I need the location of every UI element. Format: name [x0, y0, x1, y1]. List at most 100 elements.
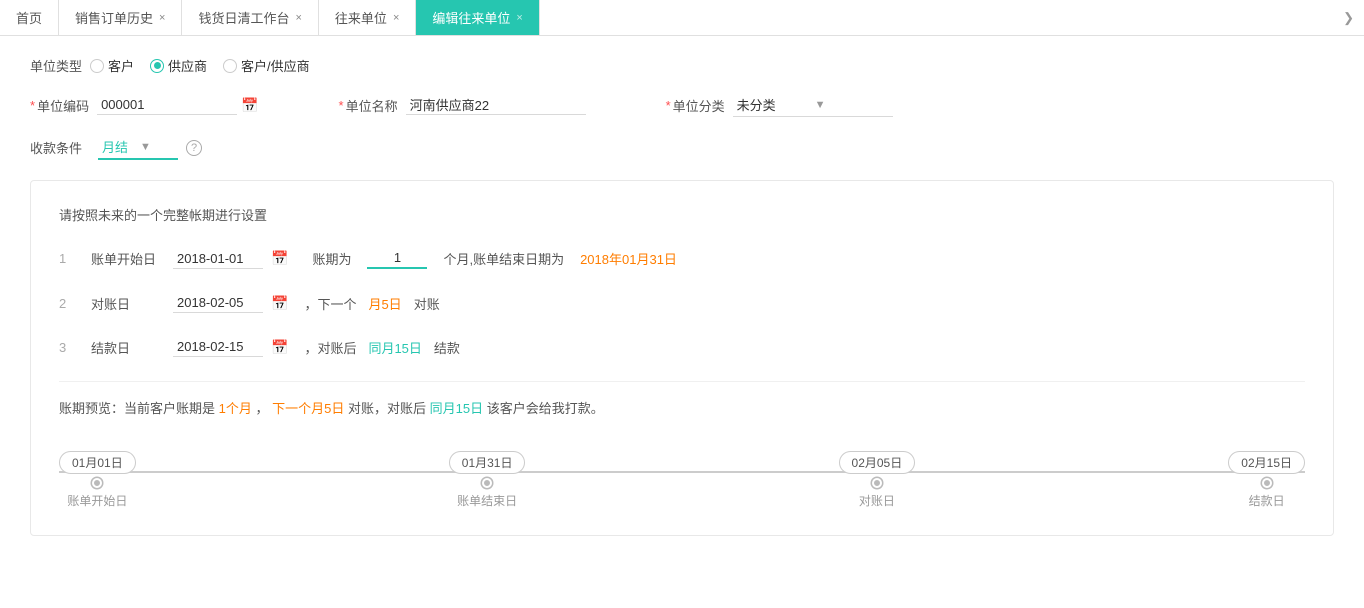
category-label: 单位分类 — [673, 96, 725, 115]
code-group: * 单位编码 📅 — [30, 95, 259, 115]
row-2-desc-prefix: ，下一个 — [304, 294, 356, 313]
tl-type-0: 账单开始日 — [67, 492, 127, 509]
period-input[interactable] — [367, 248, 427, 269]
tl-type-3: 结款日 — [1249, 492, 1285, 509]
radio-customer-label: 客户 — [108, 56, 134, 75]
radio-customer-circle — [90, 59, 104, 73]
radio-supplier[interactable]: 供应商 — [150, 56, 207, 75]
category-select-value: 未分类 — [737, 95, 811, 114]
preview-part1: 1个月 — [219, 401, 252, 416]
tl-dot-2 — [872, 478, 882, 488]
unit-type-label: 单位类型 — [30, 56, 82, 75]
tl-node-1: 01月31日 账单结束日 — [449, 451, 526, 509]
row-2-date-wrap: 📅 — [173, 293, 288, 313]
row-1-date-wrap: 📅 — [173, 249, 288, 269]
tl-dot-1 — [482, 478, 492, 488]
row-3-date-wrap: 📅 — [173, 337, 288, 357]
settings-card: 请按照未来的一个完整帐期进行设置 1 账单开始日 📅 账期为 个月,账单结束日期… — [30, 180, 1334, 536]
tab-partner-units-close[interactable]: × — [393, 12, 399, 24]
code-required: * — [30, 98, 35, 113]
row-1-type: 账单开始日 — [91, 249, 161, 268]
row-3-desc-suffix: 结款 — [434, 338, 460, 357]
radio-both-label: 客户/供应商 — [241, 56, 310, 75]
preview-section: 账期预览：当前客户账期是 1个月 ， 下一个月5日 对账，对账后 同月15日 该… — [59, 381, 1305, 511]
name-label: 单位名称 — [346, 96, 398, 115]
setting-row-1: 1 账单开始日 📅 账期为 个月,账单结束日期为 2018年01月31日 — [59, 248, 1305, 269]
row-1-date-input[interactable] — [173, 249, 263, 269]
preview-prefix: 账期预览：当前客户账期是 — [59, 401, 215, 416]
tl-pill-0: 01月01日 — [59, 451, 136, 474]
tl-pill-2: 02月05日 — [839, 451, 916, 474]
row-2-calendar-icon[interactable]: 📅 — [271, 295, 288, 312]
preview-part2: 下一个月5日 — [272, 401, 344, 416]
row-2-type: 对账日 — [91, 294, 161, 313]
radio-customer[interactable]: 客户 — [90, 56, 134, 75]
tab-partner-units-label: 往来单位 — [335, 8, 387, 27]
tab-sales-history[interactable]: 销售订单历史 × — [59, 0, 182, 35]
tl-type-1: 账单结束日 — [457, 492, 517, 509]
tab-edit-partner[interactable]: 编辑往来单位 × — [416, 0, 539, 35]
row-1-calendar-icon[interactable]: 📅 — [271, 250, 288, 267]
tab-cashflow-close[interactable]: × — [295, 12, 301, 24]
row-2-num: 2 — [59, 296, 79, 311]
radio-both[interactable]: 客户/供应商 — [223, 56, 310, 75]
code-calendar-icon[interactable]: 📅 — [241, 97, 258, 114]
tl-node-0: 01月01日 账单开始日 — [59, 451, 136, 509]
setting-row-2: 2 对账日 📅 ，下一个 月5日 对账 — [59, 293, 1305, 313]
radio-both-circle — [223, 59, 237, 73]
setting-row-3: 3 结款日 📅 ，对账后 同月15日 结款 — [59, 337, 1305, 357]
tl-node-2: 02月05日 对账日 — [839, 451, 916, 509]
tl-node-3: 02月15日 结款日 — [1228, 451, 1305, 509]
name-group: * 单位名称 — [339, 95, 586, 115]
name-input[interactable] — [406, 95, 586, 115]
settings-title: 请按照未来的一个完整帐期进行设置 — [59, 205, 1305, 224]
tab-edit-partner-close[interactable]: × — [516, 12, 522, 24]
category-select[interactable]: 未分类 ▼ — [733, 93, 893, 117]
tab-edit-partner-label: 编辑往来单位 — [432, 8, 510, 27]
row-3-desc-prefix: ，对账后 — [304, 338, 356, 357]
tl-type-2: 对账日 — [859, 492, 895, 509]
tl-dot-3 — [1262, 478, 1272, 488]
row-2-highlight: 月5日 — [368, 294, 401, 313]
tab-partner-units[interactable]: 往来单位 × — [319, 0, 416, 35]
payment-label: 收款条件 — [30, 138, 82, 157]
tab-sales-history-close[interactable]: × — [159, 12, 165, 24]
code-input[interactable] — [97, 95, 237, 115]
page-content: 单位类型 客户 供应商 客户/供应商 * 单位编码 📅 * — [0, 36, 1364, 608]
help-icon[interactable]: ? — [186, 140, 202, 156]
unit-type-row: 单位类型 客户 供应商 客户/供应商 — [30, 56, 1334, 75]
radio-supplier-circle — [150, 59, 164, 73]
radio-supplier-label: 供应商 — [168, 56, 207, 75]
unit-fields-row: * 单位编码 📅 * 单位名称 * 单位分类 未分类 ▼ — [30, 93, 1334, 117]
name-required: * — [339, 98, 344, 113]
tab-scroll-arrow[interactable]: ❯ — [1333, 0, 1364, 35]
category-group: * 单位分类 未分类 ▼ — [666, 93, 893, 117]
category-select-arrow: ▼ — [815, 99, 889, 111]
code-label: 单位编码 — [37, 96, 89, 115]
payment-select[interactable]: 月结 ▼ — [98, 135, 178, 160]
category-required: * — [666, 98, 671, 113]
row-3-num: 3 — [59, 340, 79, 355]
payment-select-value: 月结 — [102, 137, 136, 156]
tab-home-label: 首页 — [16, 8, 42, 27]
tabs-bar: 首页 销售订单历史 × 钱货日清工作台 × 往来单位 × 编辑往来单位 × ❯ — [0, 0, 1364, 36]
row-2-date-input[interactable] — [173, 293, 263, 313]
tab-sales-history-label: 销售订单历史 — [75, 8, 153, 27]
payment-row: 收款条件 月结 ▼ ? — [30, 135, 1334, 160]
preview-sep2: 对账，对账后 — [348, 401, 426, 416]
tl-pill-3: 02月15日 — [1228, 451, 1305, 474]
preview-text: 账期预览：当前客户账期是 1个月 ， 下一个月5日 对账，对账后 同月15日 该… — [59, 398, 1305, 417]
preview-suffix: 该客户会给我打款。 — [487, 401, 604, 416]
tl-dot-0 — [92, 478, 102, 488]
tab-cashflow[interactable]: 钱货日清工作台 × — [182, 0, 318, 35]
row-1-unit: 个月,账单结束日期为 — [443, 249, 564, 268]
row-3-date-input[interactable] — [173, 337, 263, 357]
tab-home[interactable]: 首页 — [0, 0, 59, 35]
timeline-container: 01月01日 账单开始日 01月31日 账单结束日 02月05日 — [59, 441, 1305, 511]
row-3-highlight: 同月15日 — [368, 338, 421, 357]
row-3-calendar-icon[interactable]: 📅 — [271, 339, 288, 356]
payment-select-arrow: ▼ — [140, 141, 174, 153]
tab-cashflow-label: 钱货日清工作台 — [198, 8, 289, 27]
preview-part3: 同月15日 — [430, 401, 483, 416]
tl-pill-1: 01月31日 — [449, 451, 526, 474]
